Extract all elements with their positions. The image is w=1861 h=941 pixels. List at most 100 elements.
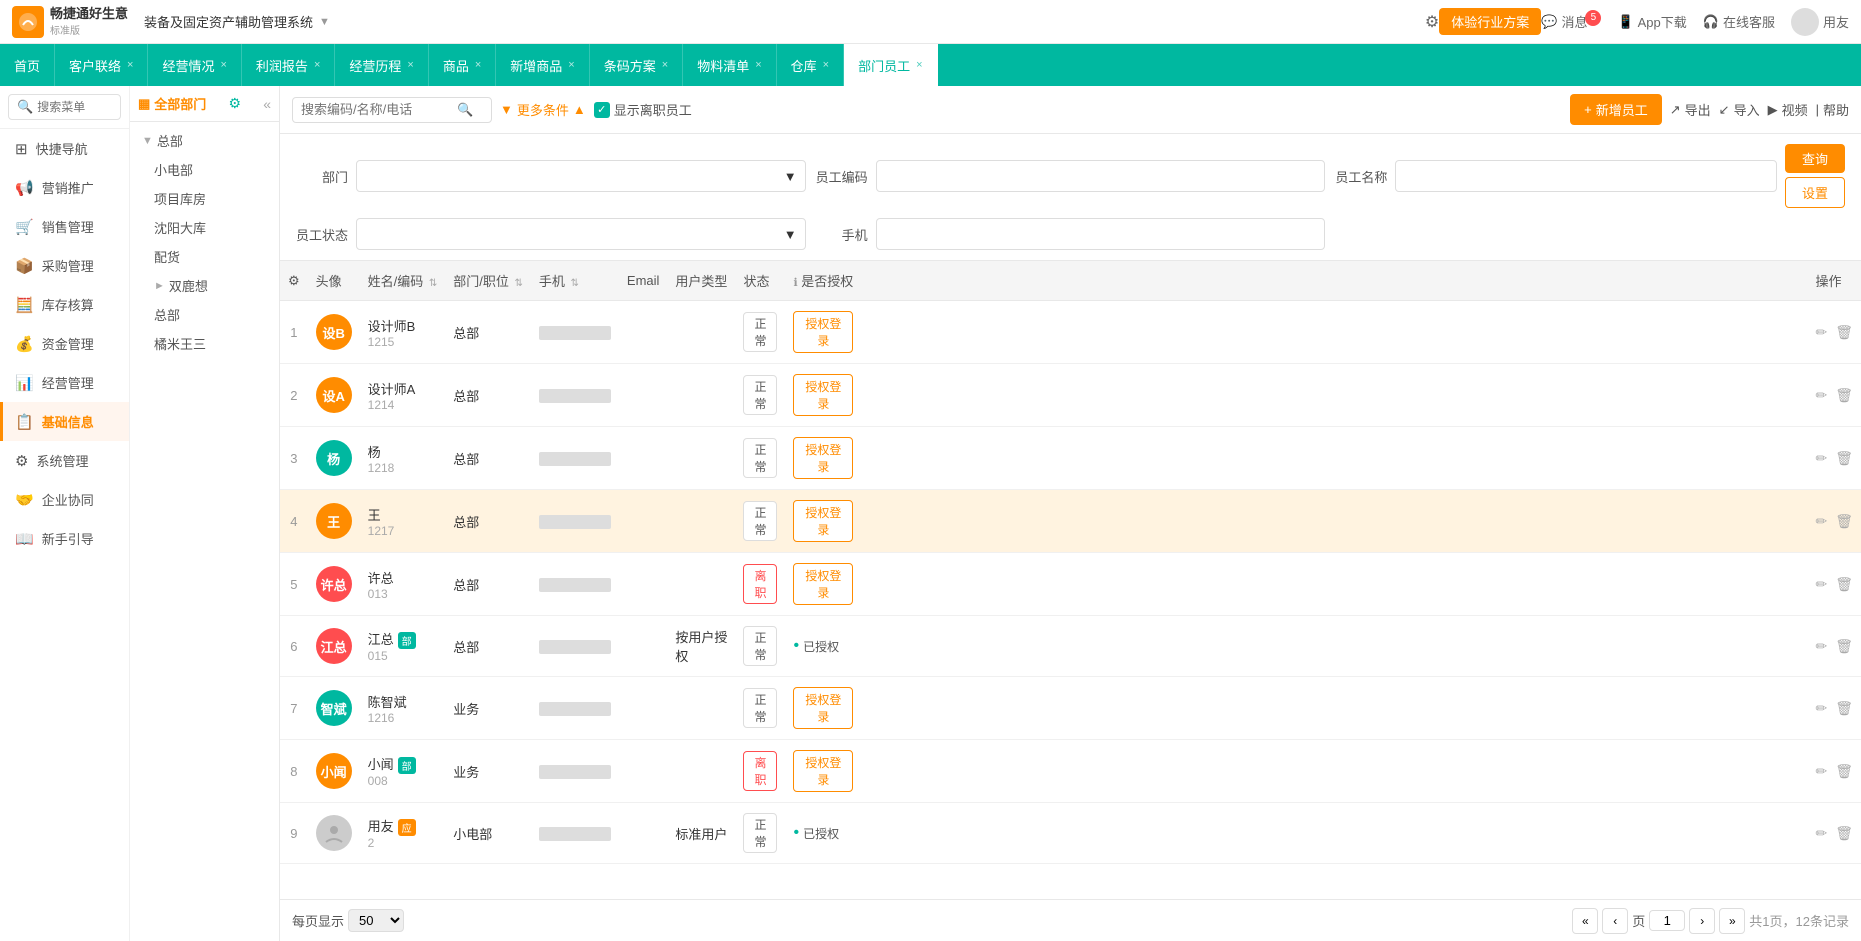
- dept-node-xiangmu[interactable]: 项目库房: [130, 184, 279, 213]
- auth-login-button[interactable]: 授权登录: [793, 374, 853, 416]
- delete-button[interactable]: 🗑: [1835, 576, 1853, 593]
- messages-button[interactable]: 💬 消息 5: [1541, 12, 1601, 31]
- next-page-button[interactable]: ›: [1689, 908, 1715, 934]
- add-employee-button[interactable]: + 新增员工: [1570, 94, 1662, 125]
- tab-profit[interactable]: 利润报告 ×: [242, 44, 335, 86]
- show-resigned-toggle[interactable]: ✓ 显示离职员工: [594, 100, 692, 119]
- sidebar-item-inventory[interactable]: 🧮 库存核算: [0, 285, 129, 324]
- edit-button[interactable]: ✏: [1815, 825, 1827, 842]
- sidebar-item-finance[interactable]: 💰 资金管理: [0, 324, 129, 363]
- all-dept-button[interactable]: ▦ 全部部门: [138, 94, 206, 113]
- close-icon[interactable]: ×: [568, 59, 574, 71]
- delete-button[interactable]: 🗑: [1835, 638, 1853, 655]
- sidebar-item-sales[interactable]: 🛒 销售管理: [0, 207, 129, 246]
- sidebar-item-basic[interactable]: 📋 基础信息: [0, 402, 129, 441]
- sidebar-item-quick-nav[interactable]: ⊞ 快捷导航: [0, 129, 129, 168]
- edit-button[interactable]: ✏: [1815, 576, 1827, 593]
- col-settings[interactable]: ⚙: [280, 261, 308, 301]
- delete-button[interactable]: 🗑: [1835, 763, 1853, 780]
- dept-node-peihuo[interactable]: 配货: [130, 242, 279, 271]
- sidebar-item-purchase[interactable]: 📦 采购管理: [0, 246, 129, 285]
- delete-button[interactable]: 🗑: [1835, 513, 1853, 530]
- delete-button[interactable]: 🗑: [1835, 825, 1853, 842]
- edit-button[interactable]: ✏: [1815, 324, 1827, 341]
- dept-node-zongbu-parent[interactable]: ▼ 总部: [130, 126, 279, 155]
- sidebar-item-collab[interactable]: 🤝 企业协同: [0, 480, 129, 519]
- dept-node-xiaodianbu[interactable]: 小电部: [130, 155, 279, 184]
- tab-warehouse[interactable]: 仓库 ×: [777, 44, 844, 86]
- set-button[interactable]: 设置: [1785, 177, 1845, 208]
- tab-add-goods[interactable]: 新增商品 ×: [496, 44, 589, 86]
- sidebar-item-operation[interactable]: 📊 经营管理: [0, 363, 129, 402]
- tab-customer[interactable]: 客户联络 ×: [55, 44, 148, 86]
- collapse-icon[interactable]: «: [263, 96, 271, 112]
- delete-button[interactable]: 🗑: [1835, 700, 1853, 717]
- edit-button[interactable]: ✏: [1815, 387, 1827, 404]
- video-button[interactable]: ▶ 视频: [1768, 100, 1808, 119]
- export-button[interactable]: ↗ 导出: [1670, 100, 1711, 119]
- sidebar-item-system[interactable]: ⚙ 系统管理: [0, 441, 129, 480]
- edit-button[interactable]: ✏: [1815, 763, 1827, 780]
- first-page-button[interactable]: «: [1572, 908, 1598, 934]
- last-page-button[interactable]: »: [1719, 908, 1745, 934]
- search-button[interactable]: 查询: [1785, 144, 1845, 173]
- auth-login-button[interactable]: 授权登录: [793, 563, 853, 605]
- sidebar-item-guide[interactable]: 📖 新手引导: [0, 519, 129, 558]
- close-icon[interactable]: ×: [314, 59, 320, 71]
- auth-login-button[interactable]: 授权登录: [793, 311, 853, 353]
- auth-login-button[interactable]: 授权登录: [793, 437, 853, 479]
- auth-login-button[interactable]: 授权登录: [793, 687, 853, 729]
- dept-config-icon[interactable]: ⚙: [228, 95, 241, 112]
- close-icon[interactable]: ×: [916, 59, 922, 71]
- tab-barcode[interactable]: 条码方案 ×: [590, 44, 683, 86]
- tab-bom[interactable]: 物料清单 ×: [683, 44, 776, 86]
- col-name[interactable]: 姓名/编码 ⇅: [360, 261, 446, 301]
- search-input[interactable]: [301, 102, 451, 117]
- help-button[interactable]: | 帮助: [1816, 100, 1849, 119]
- filter-phone-input[interactable]: [876, 218, 1326, 250]
- close-icon[interactable]: ×: [475, 59, 481, 71]
- prev-page-button[interactable]: ‹: [1602, 908, 1628, 934]
- close-icon[interactable]: ×: [823, 59, 829, 71]
- col-phone[interactable]: 手机 ⇅: [531, 261, 619, 301]
- dropdown-arrow-icon[interactable]: ▼: [319, 16, 330, 28]
- app-download-button[interactable]: 📱 App下载: [1617, 12, 1686, 31]
- auth-login-button[interactable]: 授权登录: [793, 500, 853, 542]
- dept-node-shuangmeng[interactable]: ► 双鹿想: [130, 271, 279, 300]
- dept-node-shenyang[interactable]: 沈阳大库: [130, 213, 279, 242]
- filter-name-input[interactable]: [1395, 160, 1777, 192]
- dept-node-zongbu2[interactable]: 总部: [130, 300, 279, 329]
- close-icon[interactable]: ×: [662, 59, 668, 71]
- tab-journey[interactable]: 经营历程 ×: [335, 44, 428, 86]
- filter-status-select[interactable]: ▼: [356, 218, 806, 250]
- settings-button[interactable]: ⚙: [1425, 12, 1439, 32]
- edit-button[interactable]: ✏: [1815, 700, 1827, 717]
- tab-department[interactable]: 部门员工 ×: [844, 44, 937, 86]
- more-filter-button[interactable]: ▼ 更多条件 ▲: [500, 100, 586, 119]
- page-input[interactable]: [1649, 910, 1685, 931]
- per-page-select[interactable]: 50 20 100: [348, 909, 404, 932]
- close-icon[interactable]: ×: [755, 59, 761, 71]
- trial-button[interactable]: 体验行业方案: [1439, 8, 1541, 35]
- online-service-button[interactable]: 🎧 在线客服: [1703, 12, 1775, 31]
- delete-button[interactable]: 🗑: [1835, 387, 1853, 404]
- tab-goods[interactable]: 商品 ×: [429, 44, 496, 86]
- edit-button[interactable]: ✏: [1815, 513, 1827, 530]
- col-dept[interactable]: 部门/职位 ⇅: [445, 261, 531, 301]
- close-icon[interactable]: ×: [220, 59, 226, 71]
- edit-button[interactable]: ✏: [1815, 450, 1827, 467]
- search-input[interactable]: [37, 100, 117, 114]
- user-button[interactable]: 用友: [1791, 8, 1849, 36]
- dept-node-pumio[interactable]: 橘米王三: [130, 329, 279, 358]
- auth-login-button[interactable]: 授权登录: [793, 750, 853, 792]
- delete-button[interactable]: 🗑: [1835, 450, 1853, 467]
- close-icon[interactable]: ×: [407, 59, 413, 71]
- filter-dept-select[interactable]: ▼: [356, 160, 806, 192]
- tab-home[interactable]: 首页: [0, 44, 55, 86]
- import-button[interactable]: ↙ 导入: [1719, 100, 1760, 119]
- edit-button[interactable]: ✏: [1815, 638, 1827, 655]
- close-icon[interactable]: ×: [127, 59, 133, 71]
- delete-button[interactable]: 🗑: [1835, 324, 1853, 341]
- filter-code-input[interactable]: [876, 160, 1326, 192]
- sidebar-item-marketing[interactable]: 📢 营销推广: [0, 168, 129, 207]
